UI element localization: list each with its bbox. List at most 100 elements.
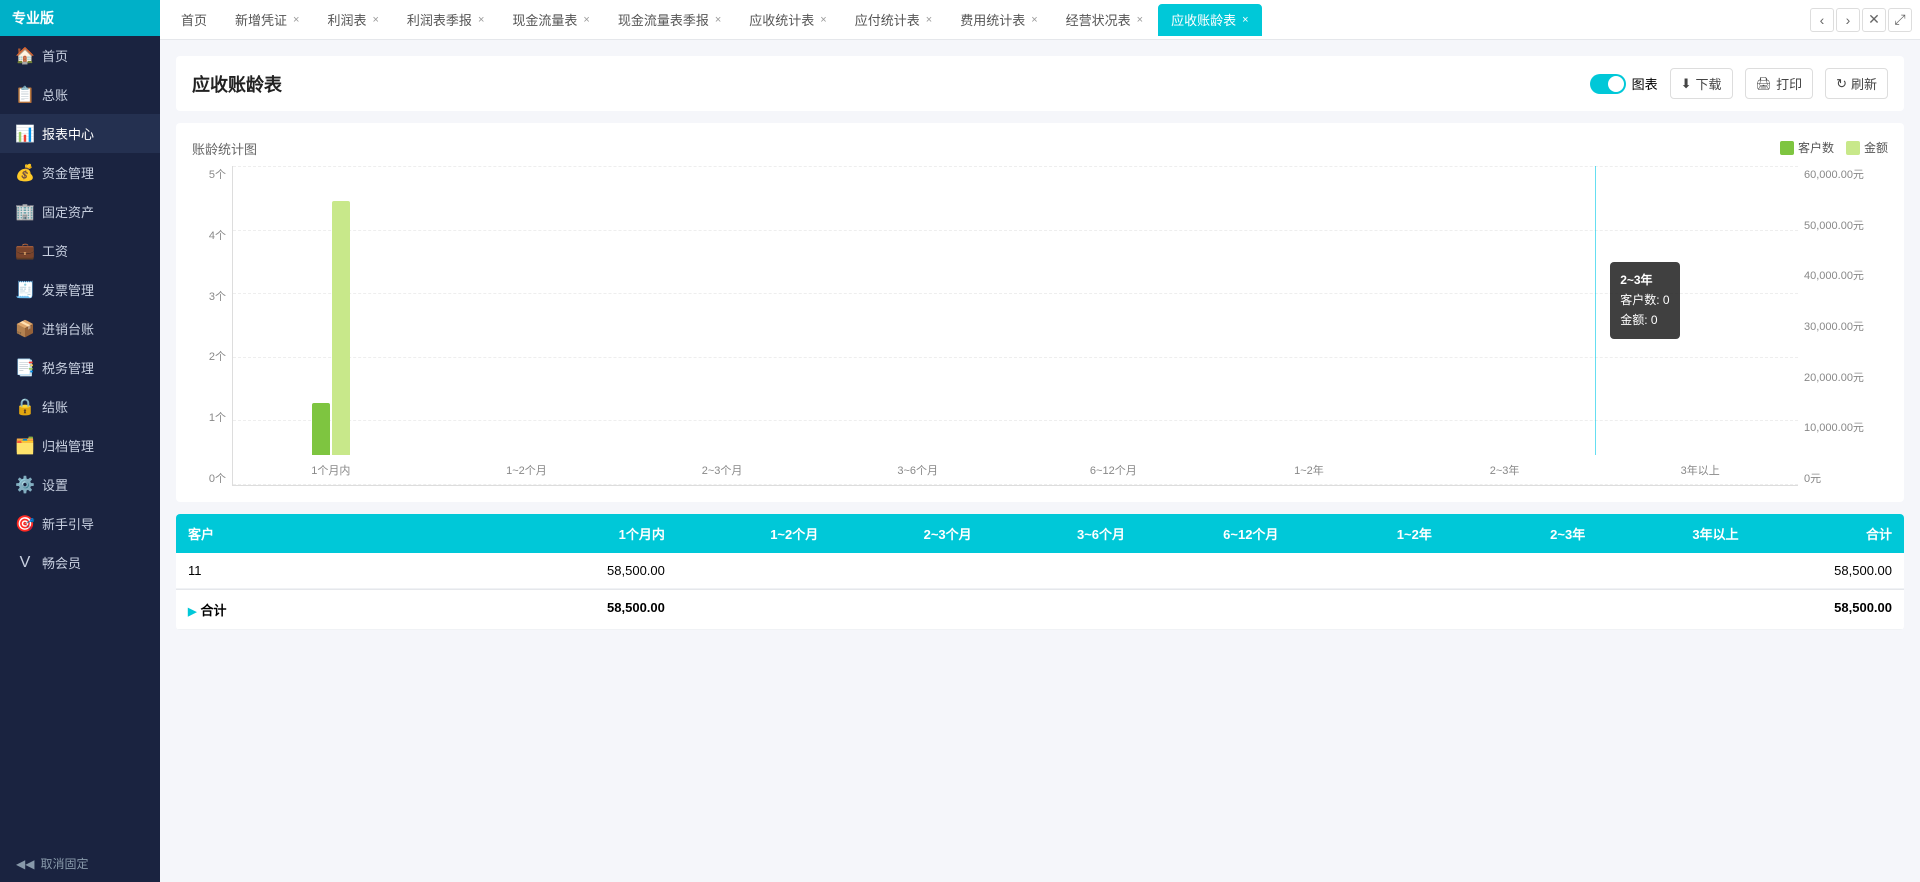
tab-expense[interactable]: 费用统计表× <box>947 4 1050 36</box>
tab-prev-btn[interactable]: ‹ <box>1810 8 1834 32</box>
x-axis-labels: 1个月内1~2个月2~3个月3~6个月6~12个月1~2年2~3年3年以上 <box>233 455 1798 485</box>
tab-label-profit: 利润表 <box>327 10 366 29</box>
sidebar-item-invoice[interactable]: 🧾 发票管理 <box>0 270 160 309</box>
y-left-label: 0个 <box>209 470 226 486</box>
tab-home[interactable]: 首页 <box>168 4 220 36</box>
tab-expand-btn[interactable]: ⤢ <box>1888 8 1912 32</box>
tab-close-profit[interactable]: × <box>372 14 378 26</box>
sidebar-collapse-btn[interactable]: ◀◀ 取消固定 <box>0 845 160 882</box>
sidebar-item-funds[interactable]: 💰资金管理 <box>0 153 160 192</box>
sidebar-item-purchase[interactable]: 📦 进销台账 <box>0 309 160 348</box>
sidebar-icon-settings: ⚙️ <box>16 476 34 494</box>
chart-inner: 1个月内1~2个月2~3个月3~6个月6~12个月1~2年2~3年3年以上 2~… <box>232 166 1798 486</box>
tab-close-btn[interactable]: ✕ <box>1862 8 1886 32</box>
sidebar-icon-archive: 🗂️ <box>16 437 34 455</box>
tab-close-expense[interactable]: × <box>1031 14 1037 26</box>
bar-group-0 <box>233 166 429 455</box>
table-header-cell-0: 客户 <box>176 514 523 553</box>
tab-close-cashflow_q[interactable]: × <box>715 14 721 26</box>
sidebar-item-reports[interactable]: 📊报表中心 <box>0 114 160 153</box>
table-cell-0-4 <box>984 553 1137 588</box>
table-cell-0-2 <box>677 553 830 588</box>
table-total-cell-3 <box>830 590 983 629</box>
y-right-label: 0元 <box>1804 470 1821 486</box>
table-total-cell-9: 58,500.00 <box>1751 590 1904 629</box>
tab-close-cashflow[interactable]: × <box>583 14 589 26</box>
table-body: 1158,500.0058,500.00▶合计58,500.0058,500.0… <box>176 553 1904 630</box>
sidebar-item-ledger[interactable]: 📋总账 <box>0 75 160 114</box>
sidebar-label-reports: 报表中心 <box>42 124 94 143</box>
bar-group-7 <box>1602 166 1798 455</box>
sidebar-label-invoice: 发票管理 <box>42 280 94 299</box>
tab-cashflow[interactable]: 现金流量表× <box>499 4 602 36</box>
tab-next-btn[interactable]: › <box>1836 8 1860 32</box>
chart-area: 5个4个3个2个1个0个 1个月内1~2个月2~3个月3~6个月6~12个月1~… <box>192 166 1888 486</box>
sidebar-icon-funds: 💰 <box>16 164 34 182</box>
sidebar-item-guide[interactable]: 🎯新手引导 <box>0 504 160 543</box>
table-cell-0-1: 58,500.00 <box>523 553 676 588</box>
tab-profit_q[interactable]: 利润表季报 × <box>394 4 497 36</box>
tab-close-voucher[interactable]: × <box>293 14 299 26</box>
sidebar-item-archive[interactable]: 🗂️归档管理 <box>0 426 160 465</box>
bar-amount-0 <box>332 201 350 455</box>
sidebar: 专业版 🏠首页📋总账📊报表中心💰资金管理🏢固定资产💼工资🧾发票管理📦进销台账📑税… <box>0 0 160 882</box>
refresh-btn[interactable]: ↻ 刷新 <box>1825 68 1888 99</box>
tab-cashflow_q[interactable]: 现金流量表季报 × <box>605 4 734 36</box>
sidebar-item-settings[interactable]: ⚙️设置 <box>0 465 160 504</box>
table-total-cell-0: ▶合计 <box>176 590 523 629</box>
tab-biz[interactable]: 经营状况表× <box>1053 4 1156 36</box>
sidebar-label-tax: 税务管理 <box>42 358 94 377</box>
bar-customer-0 <box>312 403 330 455</box>
page-title: 应收账龄表 <box>192 71 1590 97</box>
print-btn[interactable]: 🖨 打印 <box>1745 68 1814 99</box>
print-icon: 🖨 <box>1756 76 1773 92</box>
sidebar-item-closing[interactable]: 🔒结账 <box>0 387 160 426</box>
tab-label-cashflow_q: 现金流量表季报 <box>618 10 709 29</box>
tab-close-ar_aging[interactable]: × <box>1242 14 1248 26</box>
toggle-track[interactable] <box>1590 74 1626 94</box>
table-header-cell-2: 1~2个月 <box>677 514 830 553</box>
table-header-cell-9: 合计 <box>1751 514 1904 553</box>
chart-toggle[interactable]: 图表 <box>1590 74 1658 94</box>
table-header-cell-3: 2~3个月 <box>830 514 983 553</box>
tab-profit[interactable]: 利润表 × <box>314 4 391 36</box>
tab-label-home: 首页 <box>181 10 207 29</box>
tab-close-ar_stat[interactable]: × <box>820 14 826 26</box>
main-area: 首页新增凭证×利润表×利润表季报×现金流量表×现金流量表季报×应收统计表×应付统… <box>160 0 1920 882</box>
sidebar-item-home[interactable]: 🏠首页 <box>0 36 160 75</box>
table-header-cell-1: 1个月内 <box>523 514 676 553</box>
tab-close-profit_q[interactable]: × <box>478 14 484 26</box>
sidebar-item-vip[interactable]: V畅会员 <box>0 543 160 582</box>
sidebar-item-tax[interactable]: 📑税务管理 <box>0 348 160 387</box>
y-right-label: 10,000.00元 <box>1804 419 1864 435</box>
tab-voucher[interactable]: 新增凭证× <box>222 4 312 36</box>
sidebar-icon-home: 🏠 <box>16 47 34 65</box>
table-header-cell-6: 1~2年 <box>1290 514 1443 553</box>
tab-label-profit_q: 利润表季报 <box>407 10 472 29</box>
table-cell-0-6 <box>1290 553 1443 588</box>
sidebar-item-salary[interactable]: 💼工资 <box>0 231 160 270</box>
sidebar-icon-assets: 🏢 <box>16 203 34 221</box>
sidebar-icon-purchase: 📦 <box>16 320 34 338</box>
legend-amount-label: 金额 <box>1864 139 1888 156</box>
page-content: 应收账龄表 图表 ⬇ 下载 🖨 打印 ↻ 刷新 <box>160 40 1920 882</box>
table-cell-0-8 <box>1597 553 1750 588</box>
toggle-label: 图表 <box>1632 74 1658 93</box>
x-label: 6~12个月 <box>1016 462 1212 478</box>
table-header-cell-8: 3年以上 <box>1597 514 1750 553</box>
tab-ar_stat[interactable]: 应收统计表 × <box>736 4 839 36</box>
table-header-cell-4: 3~6个月 <box>984 514 1137 553</box>
table-cell-0-5 <box>1137 553 1290 588</box>
tab-close-ap_stat[interactable]: × <box>926 14 932 26</box>
tab-ap_stat[interactable]: 应付统计表× <box>842 4 945 36</box>
tab-ar_aging[interactable]: 应收账龄表× <box>1158 4 1261 36</box>
tab-close-biz[interactable]: × <box>1137 14 1143 26</box>
sidebar-item-assets[interactable]: 🏢固定资产 <box>0 192 160 231</box>
legend-amount-color <box>1846 141 1860 155</box>
sidebar-label-purchase: 进销台账 <box>42 319 94 338</box>
tab-label-ar_stat: 应收统计表 <box>749 10 814 29</box>
download-btn[interactable]: ⬇ 下载 <box>1670 68 1733 99</box>
sidebar-icon-invoice: 🧾 <box>16 281 34 299</box>
table-total-cell-8 <box>1597 590 1750 629</box>
y-right-label: 60,000.00元 <box>1804 166 1864 182</box>
